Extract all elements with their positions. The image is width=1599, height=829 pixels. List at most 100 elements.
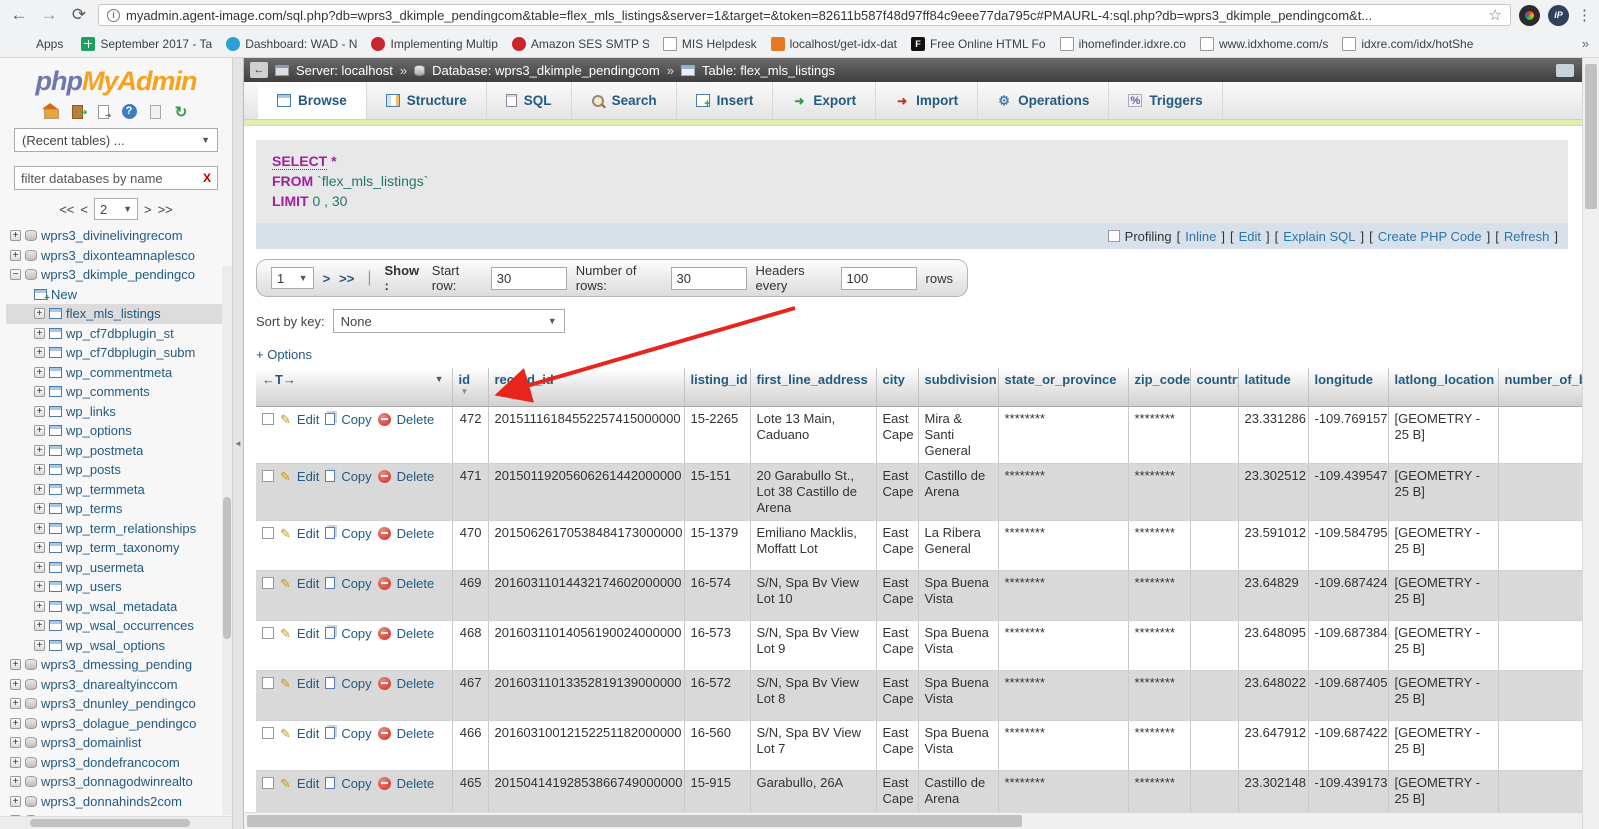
sql-window-icon[interactable] [95, 103, 112, 120]
tab-triggers[interactable]: % Triggers [1109, 82, 1223, 119]
row-checkbox[interactable] [262, 776, 274, 789]
edit-link[interactable]: Edit [297, 469, 319, 485]
sidebar-table-wp_termmeta[interactable]: + wp_termmeta [6, 480, 232, 500]
filter-databases-field[interactable]: X [14, 166, 218, 190]
edit-link[interactable]: Edit [297, 576, 319, 592]
help-icon[interactable]: ? [121, 103, 138, 120]
bookmark-item[interactable]: idxre.com/idx/hotShe [1335, 34, 1480, 54]
bookmark-item[interactable]: Dashboard: WAD - N [219, 34, 364, 54]
column-header-longitude[interactable]: longitude [1308, 368, 1389, 407]
sidebar-table-wp_commentmeta[interactable]: + wp_commentmeta [6, 363, 232, 383]
forward-icon[interactable]: → [38, 5, 60, 25]
expand-icon[interactable]: + [10, 776, 21, 788]
sidebar-resize-handle[interactable]: ◄ [232, 58, 244, 829]
extension-ip-icon[interactable]: iP [1548, 4, 1569, 26]
delete-link[interactable]: Delete [397, 412, 435, 428]
pager-page-select[interactable]: 2 ▼ [94, 198, 138, 220]
tab-import[interactable]: ➜ Import [876, 82, 979, 119]
delete-link[interactable]: Delete [397, 726, 435, 742]
sidebar-table-wp_posts[interactable]: + wp_posts [6, 460, 232, 480]
delete-link[interactable]: Delete [397, 776, 435, 792]
tab-browse[interactable]: Browse [258, 82, 367, 119]
url-text[interactable]: myadmin.agent-image.com/sql.php?db=wprs3… [126, 8, 1483, 23]
column-header-listing_id[interactable]: listing_id [684, 368, 751, 407]
sidebar-db-wprs3_dondefrancocom[interactable]: + wprs3_dondefrancocom [6, 753, 232, 773]
sidebar-db-wprs3_donnahinds2com[interactable]: + wprs3_donnahinds2com [6, 792, 232, 812]
edit-pencil-icon[interactable]: ✎ [280, 526, 291, 542]
filter-databases-input[interactable] [21, 170, 203, 186]
expand-icon[interactable]: + [34, 405, 45, 417]
sidebar-table-flex_mls_listings[interactable]: + flex_mls_listings [6, 304, 232, 324]
tab-structure[interactable]: Structure [367, 82, 487, 119]
expand-icon[interactable]: + [10, 678, 21, 690]
row-checkbox[interactable] [262, 676, 274, 689]
delete-icon[interactable] [377, 676, 391, 690]
sidebar-db-wprs3_donnagodwinrealto[interactable]: + wprs3_donnagodwinrealto [6, 772, 232, 792]
delete-link[interactable]: Delete [397, 526, 435, 542]
edit-link[interactable]: Edit [297, 412, 319, 428]
expand-icon[interactable]: + [10, 795, 21, 807]
expand-icon[interactable]: + [34, 620, 45, 632]
delete-link[interactable]: Delete [397, 626, 435, 642]
bookmark-item[interactable]: Amazon SES SMTP Se [505, 34, 656, 54]
expand-icon[interactable]: + [10, 698, 21, 710]
sidebar-db-wprs3_dkimple_pendingco[interactable]: − wprs3_dkimple_pendingco [6, 265, 232, 285]
page-select[interactable]: 1 ▼ [271, 267, 314, 289]
delete-icon[interactable] [377, 526, 391, 540]
edit-pencil-icon[interactable]: ✎ [280, 776, 291, 792]
copy-icon[interactable] [325, 412, 336, 425]
filter-clear-icon[interactable]: X [203, 171, 211, 185]
copy-icon[interactable] [325, 676, 336, 689]
column-header-state_or_province[interactable]: state_or_province [998, 368, 1129, 407]
column-header-id[interactable]: id ▼ [452, 368, 489, 407]
expand-icon[interactable]: + [10, 230, 21, 242]
edit-pencil-icon[interactable]: ✎ [280, 626, 291, 642]
expand-icon[interactable]: + [34, 386, 45, 398]
window-vertical-scrollbar[interactable] [1582, 58, 1599, 829]
edit-pencil-icon[interactable]: ✎ [280, 726, 291, 742]
breadcrumb-database[interactable]: wprs3_dkimple_pendingcom [495, 63, 660, 78]
delete-icon[interactable] [377, 469, 391, 483]
expand-icon[interactable]: + [34, 347, 45, 359]
copy-link[interactable]: Copy [341, 726, 371, 742]
sidebar-table-wp_wsal_metadata[interactable]: + wp_wsal_metadata [6, 597, 232, 617]
tab-search[interactable]: Search [572, 82, 677, 119]
expand-icon[interactable]: + [10, 249, 21, 261]
profiling-link-inline[interactable]: Inline [1185, 229, 1216, 244]
bookmark-star-icon[interactable]: ☆ [1489, 6, 1502, 24]
copy-icon[interactable] [325, 469, 336, 482]
sidebar-vertical-scrollbar[interactable] [222, 266, 232, 815]
delete-link[interactable]: Delete [397, 469, 435, 485]
start-row-input[interactable] [490, 266, 567, 290]
next-page-button[interactable]: > [323, 271, 331, 286]
sidebar-db-wprs3_dnunley_pendingco[interactable]: + wprs3_dnunley_pendingco [6, 694, 232, 714]
column-header-city[interactable]: city [876, 368, 919, 407]
expand-icon[interactable]: + [34, 366, 45, 378]
sidebar-table-wp_wsal_occurrences[interactable]: + wp_wsal_occurrences [6, 616, 232, 636]
sidebar-db-wprs3_dolague_pendingco[interactable]: + wprs3_dolague_pendingco [6, 714, 232, 734]
collapse-icon[interactable]: − [10, 269, 21, 281]
bookmark-item[interactable]: Implementing Multip [364, 34, 504, 54]
copy-link[interactable]: Copy [341, 526, 371, 542]
copy-icon[interactable] [325, 626, 336, 639]
pager-first[interactable]: << [59, 202, 74, 217]
sidebar-table-wp_postmeta[interactable]: + wp_postmeta [6, 441, 232, 461]
profiling-link-explain-sql[interactable]: Explain SQL [1283, 229, 1355, 244]
back-icon[interactable]: ← [8, 5, 30, 25]
delete-icon[interactable] [377, 776, 391, 790]
delete-link[interactable]: Delete [397, 576, 435, 592]
expand-icon[interactable]: + [10, 717, 21, 729]
profiling-link-create-php-code[interactable]: Create PHP Code [1378, 229, 1482, 244]
edit-pencil-icon[interactable]: ✎ [280, 469, 291, 485]
delete-icon[interactable] [377, 626, 391, 640]
breadcrumb-table[interactable]: flex_mls_listings [740, 63, 835, 78]
expand-icon[interactable]: + [34, 503, 45, 515]
column-header-record_id[interactable]: record_id [488, 368, 685, 407]
profiling-link-refresh[interactable]: Refresh [1504, 229, 1550, 244]
edit-pencil-icon[interactable]: ✎ [280, 576, 291, 592]
expand-icon[interactable]: + [34, 581, 45, 593]
row-checkbox[interactable] [262, 526, 274, 539]
bookmark-item[interactable]: September 2017 - Ta [74, 34, 219, 54]
edit-pencil-icon[interactable]: ✎ [280, 676, 291, 692]
pager-last[interactable]: >> [158, 202, 173, 217]
